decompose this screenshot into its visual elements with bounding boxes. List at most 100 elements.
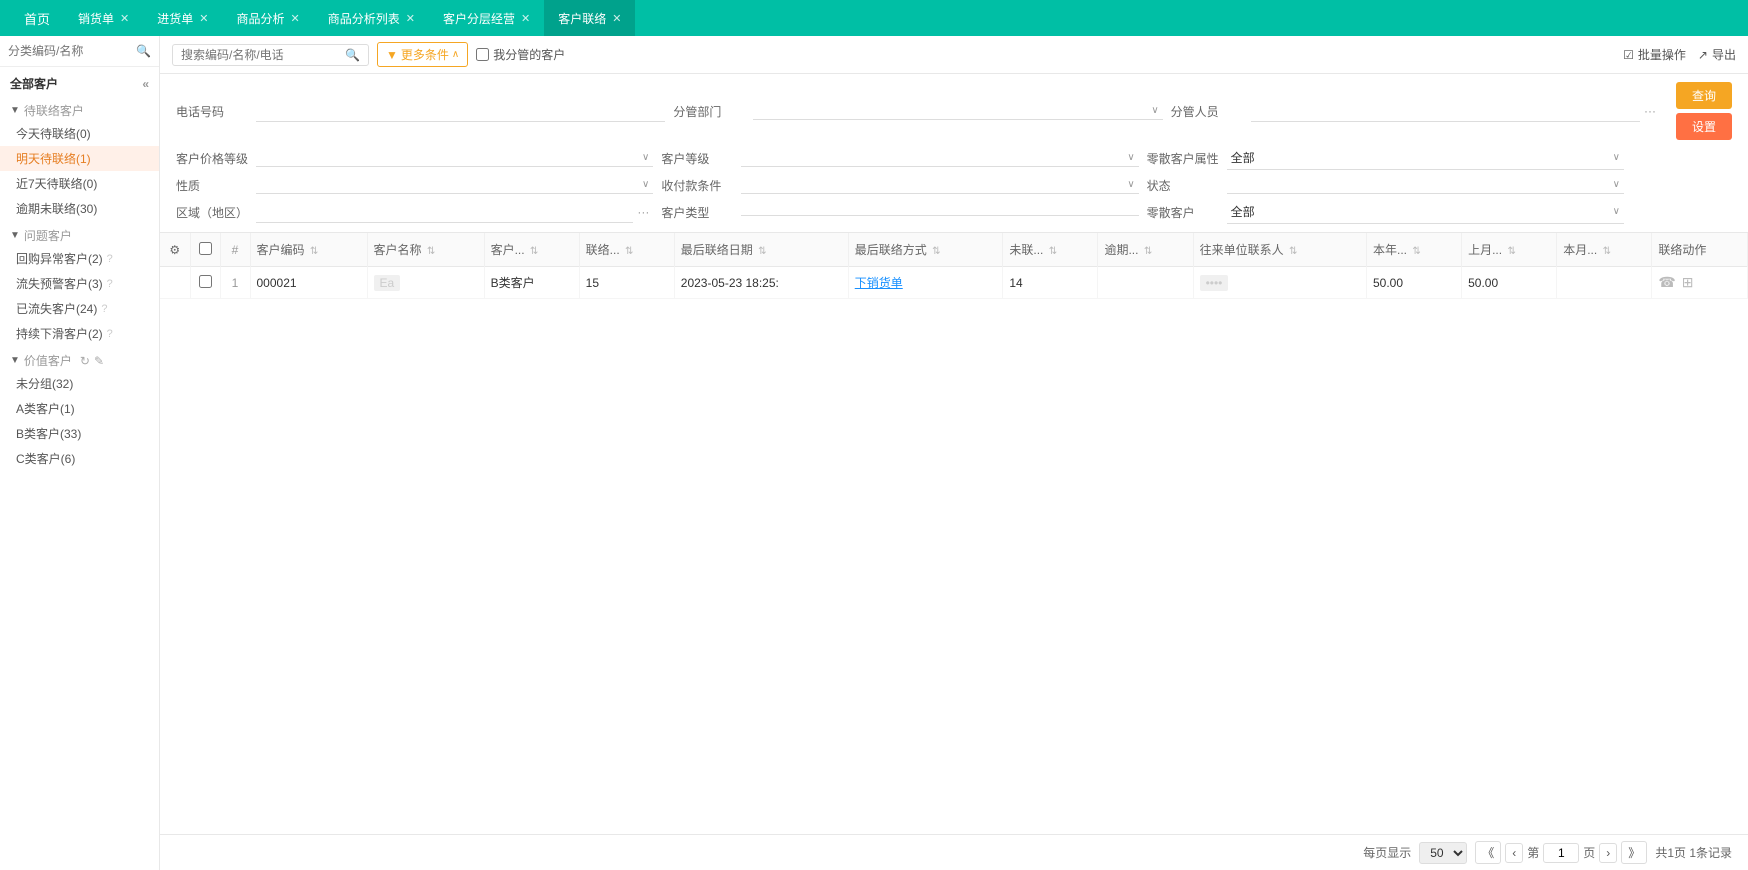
- th-last-contact-date[interactable]: 最后联络日期 ⇅: [674, 233, 848, 267]
- sidebar-collapse-icon[interactable]: «: [142, 77, 149, 91]
- filter-person-input[interactable]: [1251, 101, 1640, 122]
- close-customer-stratification-icon[interactable]: ✕: [521, 12, 530, 25]
- nav-customer-contact[interactable]: 客户联络 ✕: [544, 0, 635, 36]
- page-input[interactable]: [1543, 843, 1579, 863]
- filter-customer-price-field: 客户价格等级 ∨: [176, 149, 653, 167]
- filter-gender-select[interactable]: ∨: [256, 176, 653, 194]
- sidebar-item-tomorrow-contact[interactable]: 明天待联络(1): [0, 146, 159, 171]
- th-customer-type[interactable]: 客户... ⇅: [484, 233, 579, 267]
- filter-retail-customer-select[interactable]: 全部 ∨: [1227, 200, 1624, 224]
- sidebar-item-class-c[interactable]: C类客户(6): [0, 446, 159, 471]
- td-this-month: [1557, 267, 1652, 299]
- th-this-month[interactable]: 本月... ⇅: [1557, 233, 1652, 267]
- filter-customer-type-field: 客户类型: [661, 204, 1138, 221]
- sidebar-item-churned[interactable]: 已流失客户(24) ?: [0, 296, 159, 321]
- sidebar-item-class-a[interactable]: A类客户(1): [0, 396, 159, 421]
- sidebar-item-repurchase-abnormal[interactable]: 回购异常客户(2) ?: [0, 246, 159, 271]
- page-size-select[interactable]: 50: [1419, 842, 1467, 864]
- sidebar-search-input[interactable]: [8, 44, 132, 58]
- th-customer-name[interactable]: 客户名称 ⇅: [367, 233, 484, 267]
- filter-status-select[interactable]: ∨: [1227, 176, 1624, 194]
- th-customer-code[interactable]: 客户编码 ⇅: [250, 233, 367, 267]
- person-ellipsis-icon[interactable]: ···: [1640, 104, 1660, 118]
- first-page-button[interactable]: 《: [1475, 841, 1501, 864]
- close-purchase-order-icon[interactable]: ✕: [199, 12, 208, 25]
- filter-dept-select[interactable]: ∨: [753, 102, 1162, 120]
- sidebar-item-declining[interactable]: 持续下滑客户(2) ?: [0, 321, 159, 346]
- nav-product-analysis-list[interactable]: 商品分析列表 ✕: [314, 0, 429, 36]
- filter-customer-price-select[interactable]: ∨: [256, 149, 653, 167]
- filter-payment-select[interactable]: ∨: [741, 176, 1138, 194]
- filter-retail-attr-select[interactable]: 全部 ∨: [1227, 146, 1624, 170]
- th-overdue-days[interactable]: 未联... ⇅: [1003, 233, 1098, 267]
- close-sales-order-icon[interactable]: ✕: [120, 12, 129, 25]
- th-actions: 联络动作: [1652, 233, 1748, 267]
- th-this-year[interactable]: 本年... ⇅: [1366, 233, 1461, 267]
- sidebar-item-churn-warning[interactable]: 流失预警客户(3) ?: [0, 271, 159, 296]
- last-contact-method-link[interactable]: 下销货单: [855, 276, 903, 290]
- sidebar-item-7days-contact[interactable]: 近7天待联络(0): [0, 171, 159, 196]
- th-contact-count[interactable]: 联络... ⇅: [579, 233, 674, 267]
- row-action-grid-icon[interactable]: ⊞: [1682, 274, 1694, 291]
- export-button[interactable]: ↗ 导出: [1698, 46, 1736, 63]
- nav-sales-order[interactable]: 销货单 ✕: [64, 0, 143, 36]
- th-contact-person[interactable]: 往来单位联系人 ⇅: [1193, 233, 1366, 267]
- td-last-contact-method[interactable]: 下销货单: [848, 267, 1003, 299]
- sort-contact-person-icon: ⇅: [1289, 246, 1297, 257]
- close-customer-contact-icon[interactable]: ✕: [612, 12, 621, 25]
- my-customers-checkbox-container[interactable]: 我分管的客户: [476, 46, 565, 63]
- th-last-contact-method[interactable]: 最后联络方式 ⇅: [848, 233, 1003, 267]
- query-button[interactable]: 查询: [1676, 82, 1732, 109]
- th-overdue2[interactable]: 逾期... ⇅: [1098, 233, 1193, 267]
- more-conditions-button[interactable]: ▼ 更多条件 ∧: [377, 42, 468, 67]
- row-checkbox[interactable]: [199, 275, 212, 288]
- sidebar-item-ungrouped[interactable]: 未分组(32): [0, 371, 159, 396]
- filter-phone-input[interactable]: [256, 101, 665, 122]
- filter-area-field: 区域（地区） ···: [176, 202, 653, 223]
- th-last-month[interactable]: 上月... ⇅: [1462, 233, 1557, 267]
- sort-overdue2-icon: ⇅: [1144, 246, 1152, 257]
- sidebar-value-customers-group: ▼ 价值客户 ↻ ✎: [0, 346, 159, 371]
- page-size-label: 每页显示: [1363, 844, 1411, 861]
- table-header-row: ⚙ # 客户编码 ⇅ 客户名称 ⇅: [160, 233, 1748, 267]
- gender-chevron-icon: ∨: [642, 179, 649, 190]
- filter-customer-level-select[interactable]: ∨: [741, 149, 1138, 167]
- sidebar-item-overdue-contact[interactable]: 逾期未联络(30): [0, 196, 159, 221]
- toolbar-search-icon[interactable]: 🔍: [345, 48, 360, 62]
- filter-customer-type-select[interactable]: [741, 209, 1138, 216]
- nav-home[interactable]: 首页: [10, 0, 64, 36]
- filter-customer-level-field: 客户等级 ∨: [661, 149, 1138, 167]
- row-action-phone-icon[interactable]: ☎: [1658, 274, 1675, 291]
- nav-product-analysis[interactable]: 商品分析 ✕: [222, 0, 313, 36]
- area-ellipsis-icon[interactable]: ···: [633, 205, 653, 219]
- close-product-analysis-list-icon[interactable]: ✕: [406, 12, 415, 25]
- toolbar: 🔍 ▼ 更多条件 ∧ 我分管的客户 ☑ 批量操作 ↗ 导出: [160, 36, 1748, 74]
- value-customers-edit-icon[interactable]: ✎: [94, 354, 104, 368]
- nav-purchase-order[interactable]: 进货单 ✕: [143, 0, 222, 36]
- page-end-label: 页: [1583, 844, 1595, 861]
- sidebar-item-class-b[interactable]: B类客户(33): [0, 421, 159, 446]
- last-page-button[interactable]: 》: [1621, 841, 1647, 864]
- td-row-actions: ☎ ⊞: [1652, 267, 1748, 299]
- settings-button[interactable]: 设置: [1676, 113, 1732, 140]
- retail-attr-chevron-icon: ∨: [1613, 152, 1620, 163]
- batch-ops-button[interactable]: ☑ 批量操作: [1623, 46, 1686, 63]
- my-customers-checkbox[interactable]: [476, 48, 489, 61]
- sidebar-pending-contact-group: ▼ 待联络客户: [0, 96, 159, 121]
- close-product-analysis-icon[interactable]: ✕: [291, 12, 300, 25]
- toolbar-search-input[interactable]: [181, 48, 341, 62]
- value-customers-reload-icon[interactable]: ↻: [80, 354, 90, 368]
- filter-area-input[interactable]: [256, 202, 633, 223]
- nav-customer-stratification[interactable]: 客户分层经营 ✕: [429, 0, 544, 36]
- batch-ops-checkbox-icon: ☑: [1623, 48, 1634, 62]
- select-all-checkbox[interactable]: [199, 242, 212, 255]
- sidebar-search-icon[interactable]: 🔍: [136, 44, 151, 58]
- help-icon-churn-warning: ?: [107, 278, 113, 290]
- th-gear[interactable]: ⚙: [160, 233, 190, 267]
- prev-page-button[interactable]: ‹: [1505, 843, 1523, 863]
- td-overdue2: [1098, 267, 1193, 299]
- next-page-button[interactable]: ›: [1599, 843, 1617, 863]
- filter-panel: 电话号码 分管部门 ∨ 分管人员 ··· 查询 设置: [160, 74, 1748, 233]
- sidebar-item-today-contact[interactable]: 今天待联络(0): [0, 121, 159, 146]
- filter-retail-customer-field: 零散客户 全部 ∨: [1147, 200, 1624, 224]
